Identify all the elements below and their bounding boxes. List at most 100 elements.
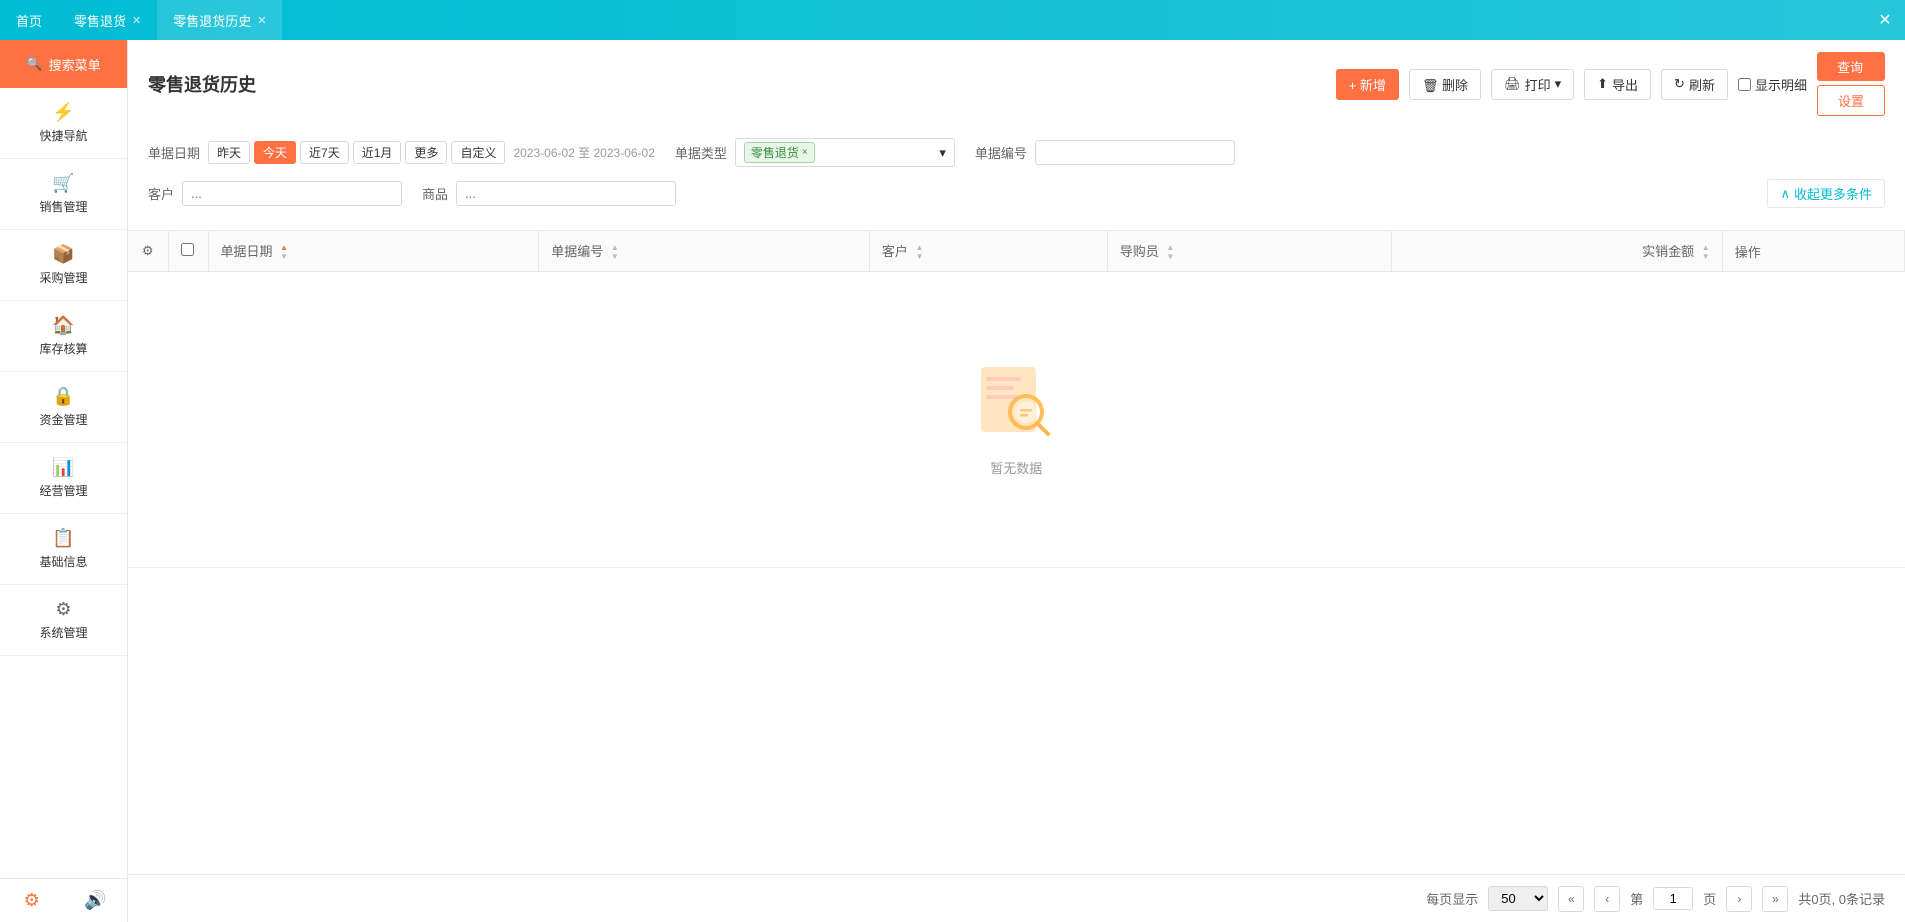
sidebar-item-quick-nav[interactable]: ⚡ 快捷导航 <box>0 88 127 159</box>
sidebar-item-purchase[interactable]: 📦 采购管理 <box>0 230 127 301</box>
content-area: 零售退货历史 + 新增 🗑 删除 🖨 打印 ▾ ⬆ 导出 ↻ <box>128 40 1905 922</box>
sidebar-item-basic-info-label: 基础信息 <box>39 553 87 570</box>
refresh-icon: ↻ <box>1674 76 1685 92</box>
finance-icon: 🔒 <box>52 386 74 407</box>
table-order-no-column[interactable]: 单据编号 ▲ ▼ <box>539 231 870 272</box>
sidebar-item-basic-info[interactable]: 📋 基础信息 <box>0 514 127 585</box>
sidebar-item-finance[interactable]: 🔒 资金管理 <box>0 372 127 443</box>
date-1month-button[interactable]: 近1月 <box>353 141 402 164</box>
inventory-icon: 🏠 <box>52 315 74 336</box>
window-close-button[interactable]: ✕ <box>1865 0 1905 40</box>
page-number-input[interactable] <box>1653 887 1693 910</box>
tab-home[interactable]: 首页 <box>0 0 58 40</box>
refresh-button[interactable]: ↻ 刷新 <box>1661 69 1728 100</box>
purchase-icon: 📦 <box>52 244 74 265</box>
table-date-label: 单据日期 <box>221 244 273 259</box>
date-yesterday-button[interactable]: 昨天 <box>208 141 250 164</box>
table-guide-label: 导购员 <box>1120 244 1159 259</box>
sidebar-speaker-button[interactable]: 🔊 <box>64 879 128 922</box>
collapse-icon: ∧ <box>1780 186 1790 202</box>
pagination-summary: 共0页, 0条记录 <box>1798 889 1885 908</box>
table-area: ⚙ 单据日期 ▲ ▼ 单据编号 <box>128 231 1905 874</box>
type-filter-label: 单据类型 <box>675 143 727 162</box>
print-button[interactable]: 🖨 打印 ▾ <box>1491 69 1574 100</box>
type-filter-select[interactable]: 零售退货 × ▾ <box>735 138 955 167</box>
tab-retail-return-history[interactable]: 零售退货历史 ✕ <box>157 0 282 40</box>
tab-retail-return-history-close[interactable]: ✕ <box>257 14 266 27</box>
table-guide-column[interactable]: 导购员 ▲ ▼ <box>1107 231 1391 272</box>
date-filter-item: 单据日期 昨天 今天 近7天 近1月 更多 自定义 2023-06-02 至 2… <box>148 141 655 164</box>
date-filter-label: 单据日期 <box>148 143 200 162</box>
operations-icon: 📊 <box>52 457 74 478</box>
table-action-column: 操作 <box>1722 231 1904 272</box>
sidebar-item-operations[interactable]: 📊 经营管理 <box>0 443 127 514</box>
date-filter-buttons: 昨天 今天 近7天 近1月 更多 自定义 <box>208 141 505 164</box>
collapse-filter-button[interactable]: ∧ 收起更多条件 <box>1767 179 1885 208</box>
sidebar-item-purchase-label: 采购管理 <box>39 269 87 286</box>
empty-state-icon <box>966 362 1066 442</box>
sidebar-item-system-label: 系统管理 <box>39 624 87 641</box>
sidebar-settings-button[interactable]: ⚙ <box>0 879 64 922</box>
table-action-label: 操作 <box>1735 245 1761 260</box>
table-empty-cell: 暂无数据 <box>128 272 1905 568</box>
date-custom-button[interactable]: 自定义 <box>451 141 505 164</box>
type-filter-item: 单据类型 零售退货 × ▾ <box>675 138 955 167</box>
export-label: 导出 <box>1612 75 1638 94</box>
table-settings-column[interactable]: ⚙ <box>128 231 168 272</box>
table-customer-column[interactable]: 客户 ▲ ▼ <box>869 231 1107 272</box>
prev-page-button[interactable]: ‹ <box>1594 886 1620 912</box>
sidebar-item-inventory-label: 库存核算 <box>39 340 87 357</box>
table-customer-label: 客户 <box>882 244 908 259</box>
goods-input[interactable] <box>456 181 676 206</box>
table-date-column[interactable]: 单据日期 ▲ ▼ <box>208 231 539 272</box>
sidebar-search-button[interactable]: 🔍 搜索菜单 <box>0 40 127 88</box>
goods-filter-item: 商品 <box>422 181 676 206</box>
customer-input[interactable] <box>182 181 402 206</box>
filter-row-2: 客户 商品 ∧ 收起更多条件 <box>148 175 1885 212</box>
filter-row-1: 单据日期 昨天 今天 近7天 近1月 更多 自定义 2023-06-02 至 2… <box>148 138 1885 167</box>
first-page-button[interactable]: « <box>1558 886 1584 912</box>
display-detail-checkbox[interactable] <box>1738 78 1751 91</box>
type-tag-close[interactable]: × <box>802 147 808 158</box>
last-page-button[interactable]: » <box>1762 886 1788 912</box>
tab-retail-return-history-label: 零售退货历史 <box>173 11 251 30</box>
guide-sort-icon: ▲ ▼ <box>1166 244 1174 261</box>
order-no-filter-label: 单据编号 <box>975 143 1027 162</box>
display-detail-toggle[interactable]: 显示明细 <box>1738 75 1807 94</box>
delete-button[interactable]: 🗑 删除 <box>1409 69 1481 100</box>
page-size-select[interactable]: 10 20 50 100 <box>1488 886 1548 911</box>
sidebar-item-system[interactable]: ⚙ 系统管理 <box>0 585 127 656</box>
order-no-input[interactable] <box>1035 140 1235 165</box>
tab-retail-return-label: 零售退货 <box>74 11 126 30</box>
sidebar-item-inventory[interactable]: 🏠 库存核算 <box>0 301 127 372</box>
date-range-display: 2023-06-02 至 2023-06-02 <box>513 144 654 161</box>
page-header-top: 零售退货历史 + 新增 🗑 删除 🖨 打印 ▾ ⬆ 导出 ↻ <box>148 52 1885 116</box>
sidebar-item-sales[interactable]: 🛒 销售管理 <box>0 159 127 230</box>
collapse-label: 收起更多条件 <box>1794 184 1872 203</box>
date-more-button[interactable]: 更多 <box>405 141 447 164</box>
date-7days-button[interactable]: 近7天 <box>300 141 349 164</box>
next-page-button[interactable]: › <box>1726 886 1752 912</box>
settings-button[interactable]: 设置 <box>1817 85 1885 116</box>
type-select-chevron-icon: ▾ <box>939 145 946 161</box>
tab-retail-return[interactable]: 零售退货 ✕ <box>58 0 157 40</box>
sidebar-bottom: ⚙ 🔊 <box>0 878 127 922</box>
pagination-bar: 每页显示 10 20 50 100 « ‹ 第 页 › » 共0页, 0条记录 <box>128 874 1905 922</box>
table-amount-column[interactable]: 实销金额 ▲ ▼ <box>1391 231 1722 272</box>
new-button[interactable]: + 新增 <box>1336 69 1399 100</box>
sidebar-item-finance-label: 资金管理 <box>39 411 87 428</box>
tab-retail-return-close[interactable]: ✕ <box>132 14 141 27</box>
data-table: ⚙ 单据日期 ▲ ▼ 单据编号 <box>128 231 1905 568</box>
date-today-button[interactable]: 今天 <box>254 141 296 164</box>
goods-filter-label: 商品 <box>422 184 448 203</box>
customer-filter-label: 客户 <box>148 184 174 203</box>
quick-nav-icon: ⚡ <box>52 102 74 123</box>
table-settings-icon[interactable]: ⚙ <box>142 243 154 258</box>
query-button[interactable]: 查询 <box>1817 52 1885 81</box>
table-checkbox-column[interactable] <box>168 231 208 272</box>
select-all-checkbox[interactable] <box>181 243 194 256</box>
order-no-filter-item: 单据编号 <box>975 140 1235 165</box>
order-no-sort-icon: ▲ ▼ <box>611 244 619 261</box>
table-amount-label: 实销金额 <box>1642 244 1694 259</box>
export-button[interactable]: ⬆ 导出 <box>1584 69 1651 100</box>
